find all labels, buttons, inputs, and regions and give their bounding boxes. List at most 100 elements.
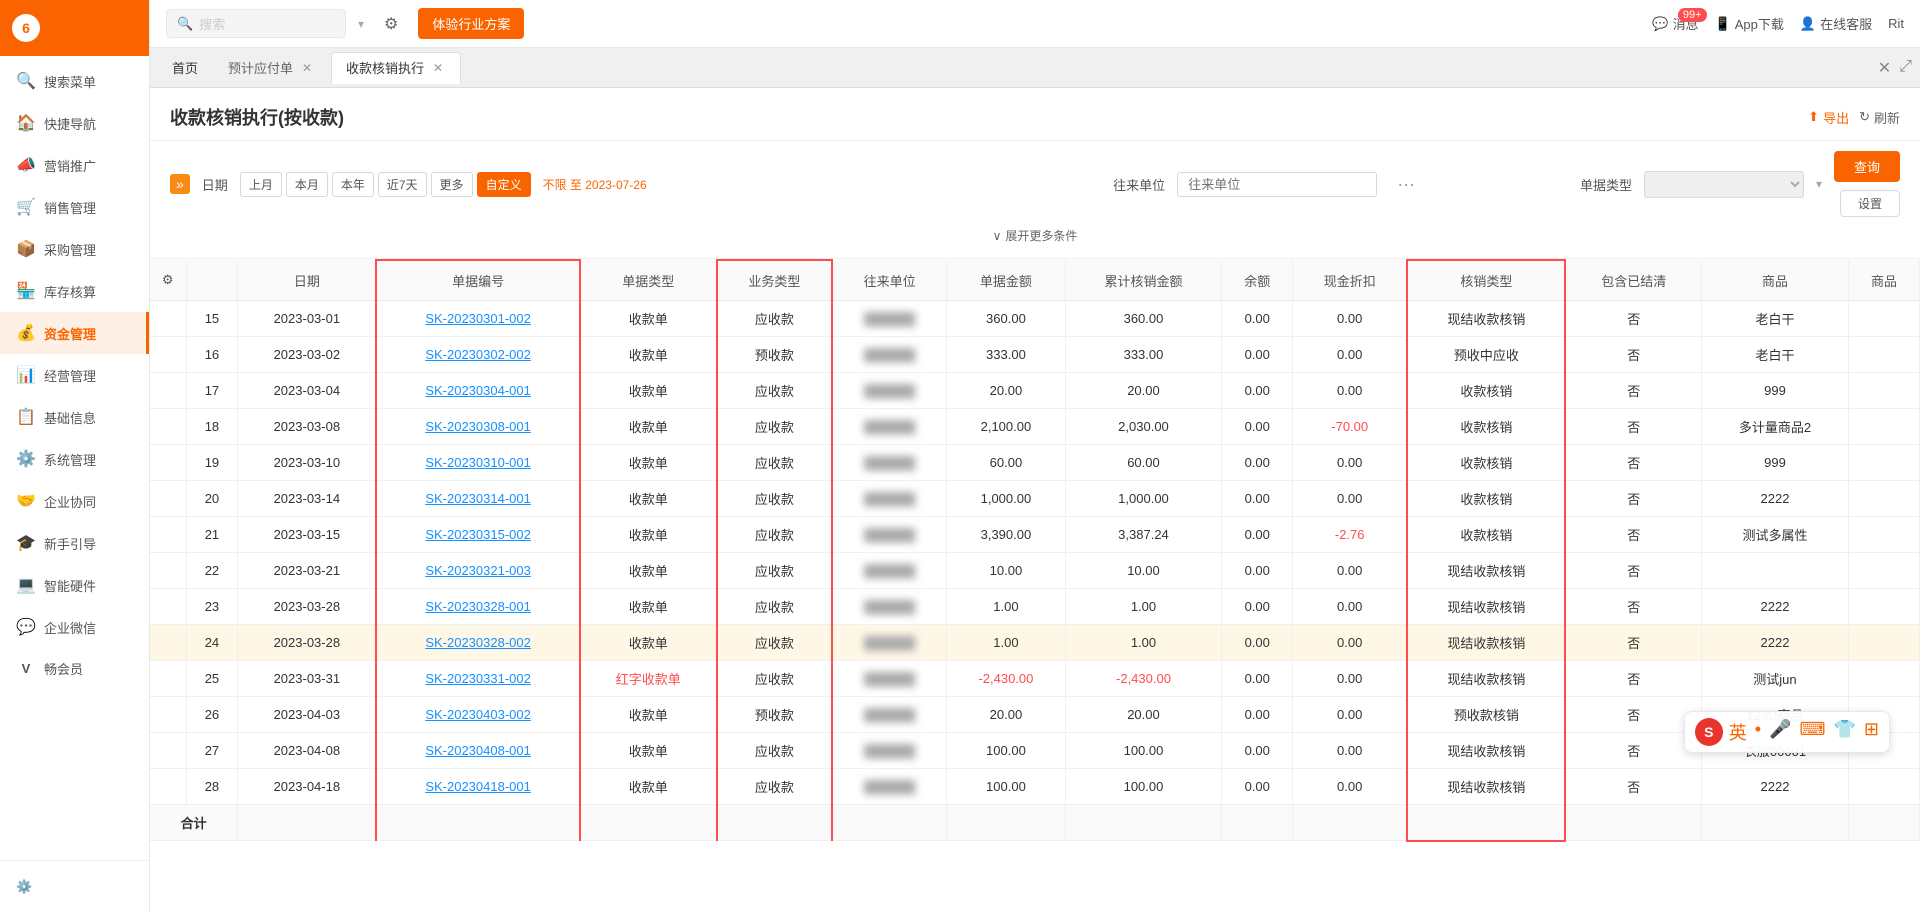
cell-doc-no[interactable]: SK-20230308-001 xyxy=(376,409,580,445)
export-button[interactable]: ⬆ 导出 xyxy=(1808,108,1849,127)
cell-doc-amount: 100.00 xyxy=(947,733,1066,769)
sidebar-item-finance[interactable]: 💰 资金管理 xyxy=(0,312,149,354)
filter-settings-button[interactable]: 设置 xyxy=(1840,190,1900,217)
sidebar-item-quick-nav[interactable]: 🏠 快捷导航 xyxy=(0,102,149,144)
sidebar-item-label: 快捷导航 xyxy=(44,114,96,133)
solution-button[interactable]: 体验行业方案 xyxy=(418,8,524,39)
date-btn-more[interactable]: 更多 xyxy=(431,172,473,197)
sidebar-item-operation[interactable]: 📊 经营管理 xyxy=(0,354,149,396)
cell-balance: 0.00 xyxy=(1222,337,1293,373)
message-button[interactable]: 💬 消息 99+ xyxy=(1652,14,1698,33)
watermark-icon-shirt[interactable]: 👕 xyxy=(1833,719,1855,745)
tab-precheck[interactable]: 预计应付单 ✕ xyxy=(214,52,329,84)
tabs-right-controls: ✕ ⤢ xyxy=(1878,58,1912,78)
watermark-icon-english[interactable]: 英 xyxy=(1729,719,1747,745)
cell-include-settled: 否 xyxy=(1565,445,1701,481)
data-table: ⚙ 日期 单据编号 单据类型 业务类型 往来单位 单据金额 累计核销金额 余额 … xyxy=(150,259,1920,842)
doc-type-select[interactable] xyxy=(1644,171,1804,198)
watermark-icon-mic[interactable]: 🎤 xyxy=(1769,719,1791,745)
footer-cash-discount xyxy=(1293,805,1408,841)
cell-doc-no[interactable]: SK-20230403-002 xyxy=(376,697,580,733)
filter-expand-btn[interactable]: » xyxy=(170,174,190,194)
cell-doc-no[interactable]: SK-20230408-001 xyxy=(376,733,580,769)
footer-biz-type xyxy=(717,805,832,841)
date-btn-this-year[interactable]: 本年 xyxy=(332,172,374,197)
filter-more-dots[interactable]: ··· xyxy=(1389,174,1423,195)
date-btn-this-month[interactable]: 本月 xyxy=(286,172,328,197)
cell-cash-discount: 0.00 xyxy=(1293,769,1408,805)
cell-doc-no[interactable]: SK-20230314-001 xyxy=(376,481,580,517)
date-btn-7days[interactable]: 近7天 xyxy=(378,172,427,197)
sidebar-item-marketing[interactable]: 📣 营销推广 xyxy=(0,144,149,186)
cell-product: 老白干 xyxy=(1701,337,1848,373)
th-total-writeoff: 累计核销金额 xyxy=(1065,260,1222,301)
sidebar-settings[interactable]: ⚙️ xyxy=(0,871,149,903)
tab-receipt-exec-close[interactable]: ✕ xyxy=(430,60,446,76)
sidebar-item-wechat-biz[interactable]: 💬 企业微信 xyxy=(0,606,149,648)
cell-cash-discount: 0.00 xyxy=(1293,589,1408,625)
cell-doc-no[interactable]: SK-20230310-001 xyxy=(376,445,580,481)
sidebar-item-sales[interactable]: 🛒 销售管理 xyxy=(0,186,149,228)
partner-search-input[interactable] xyxy=(1177,172,1377,197)
close-tab-icon[interactable]: ✕ xyxy=(1878,58,1891,78)
cell-partner: ██████ xyxy=(832,373,947,409)
sidebar-item-purchase[interactable]: 📦 采购管理 xyxy=(0,228,149,270)
tab-receipt-exec[interactable]: 收款核销执行 ✕ xyxy=(331,52,461,84)
cell-writeoff-type: 预收款核销 xyxy=(1407,697,1565,733)
sidebar-item-vip[interactable]: V 畅会员 xyxy=(0,648,149,689)
cell-include-settled: 否 xyxy=(1565,301,1701,337)
sidebar-item-smart-hw[interactable]: 💻 智能硬件 xyxy=(0,564,149,606)
sidebar-item-guide[interactable]: 🎓 新手引导 xyxy=(0,522,149,564)
cell-doc-type: 收款单 xyxy=(580,697,717,733)
cell-partner: ██████ xyxy=(832,409,947,445)
watermark-icon-grid[interactable]: ⊞ xyxy=(1864,719,1879,745)
cell-doc-amount: 20.00 xyxy=(947,373,1066,409)
cell-doc-no[interactable]: SK-20230302-002 xyxy=(376,337,580,373)
date-btn-custom[interactable]: 自定义 xyxy=(477,172,531,197)
cell-cash-discount: -70.00 xyxy=(1293,409,1408,445)
cell-cash-discount: 0.00 xyxy=(1293,697,1408,733)
user-profile[interactable]: Rit xyxy=(1888,16,1904,31)
cell-doc-no[interactable]: SK-20230418-001 xyxy=(376,769,580,805)
cell-product2 xyxy=(1849,481,1920,517)
cell-doc-no[interactable]: SK-20230328-001 xyxy=(376,589,580,625)
cell-doc-no[interactable]: SK-20230301-002 xyxy=(376,301,580,337)
tab-home[interactable]: 首页 xyxy=(158,52,212,84)
dropdown-arrow-icon[interactable]: ▾ xyxy=(358,17,364,31)
sidebar-item-label: 智能硬件 xyxy=(44,576,96,595)
refresh-button[interactable]: ↻ 刷新 xyxy=(1859,108,1900,127)
cell-checkbox xyxy=(150,517,186,553)
app-download-button[interactable]: 📱 App下载 xyxy=(1715,14,1784,33)
cell-doc-no[interactable]: SK-20230331-002 xyxy=(376,661,580,697)
cell-doc-no[interactable]: SK-20230321-003 xyxy=(376,553,580,589)
cell-product2 xyxy=(1849,625,1920,661)
cell-checkbox xyxy=(150,697,186,733)
cell-doc-no[interactable]: SK-20230315-002 xyxy=(376,517,580,553)
expand-more-conditions[interactable]: ∨ 展开更多条件 xyxy=(170,223,1900,248)
sidebar-item-search-menu[interactable]: 🔍 搜索菜单 xyxy=(0,60,149,102)
table-row: 262023-04-03SK-20230403-002收款单预收款██████2… xyxy=(150,697,1920,733)
table-wrapper[interactable]: ⚙ 日期 单据编号 单据类型 业务类型 往来单位 单据金额 累计核销金额 余额 … xyxy=(150,259,1920,913)
query-button[interactable]: 查询 xyxy=(1834,151,1900,182)
footer-product2 xyxy=(1849,805,1920,841)
cell-doc-no[interactable]: SK-20230304-001 xyxy=(376,373,580,409)
watermark-icon-keyboard[interactable]: ⌨ xyxy=(1800,719,1826,745)
cell-doc-no[interactable]: SK-20230328-002 xyxy=(376,625,580,661)
th-settings[interactable]: ⚙ xyxy=(150,260,186,301)
page-content: 收款核销执行(按收款) ⬆ 导出 ↻ 刷新 » 日期 上月 本月 xyxy=(150,88,1920,913)
sidebar-item-basic[interactable]: 📋 基础信息 xyxy=(0,396,149,438)
cell-index: 24 xyxy=(186,625,238,661)
gear-icon[interactable]: ⚙ xyxy=(376,10,406,38)
tab-precheck-close[interactable]: ✕ xyxy=(299,60,315,76)
sidebar-item-inventory[interactable]: 🏪 库存核算 xyxy=(0,270,149,312)
maximize-icon[interactable]: ⤢ xyxy=(1899,58,1912,78)
cell-include-settled: 否 xyxy=(1565,625,1701,661)
online-service-button[interactable]: 👤 在线客服 xyxy=(1800,14,1872,33)
sidebar-item-system[interactable]: ⚙️ 系统管理 xyxy=(0,438,149,480)
date-filter-label: 日期 xyxy=(202,175,228,194)
cell-date: 2023-03-01 xyxy=(238,301,376,337)
date-quick-buttons: 上月 本月 本年 近7天 更多 自定义 xyxy=(240,172,531,197)
date-btn-last-month[interactable]: 上月 xyxy=(240,172,282,197)
refresh-label: 刷新 xyxy=(1874,108,1900,127)
sidebar-item-label: 企业协同 xyxy=(44,492,96,511)
